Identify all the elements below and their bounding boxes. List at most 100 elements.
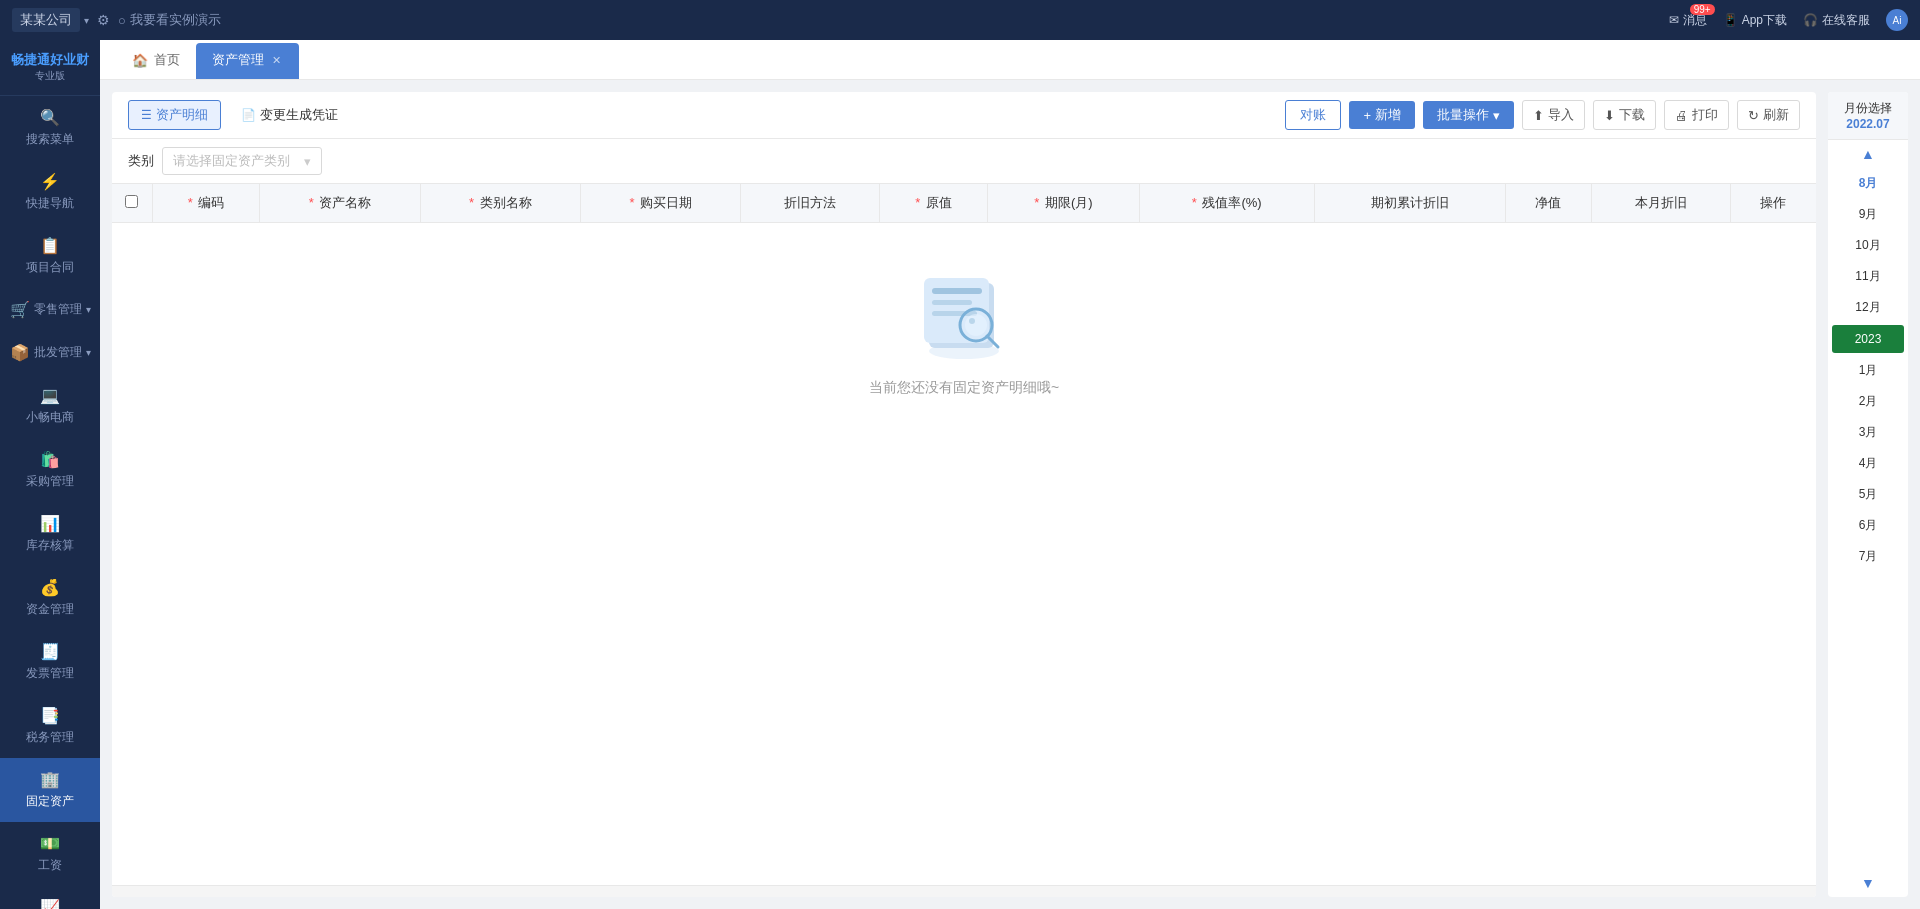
month-item-1[interactable]: 1月 [1828,355,1908,386]
month-nav-down[interactable]: ▼ [1828,869,1908,897]
batch-arrow-icon: ▾ [1493,108,1500,123]
table-header-accumulated-depreciation: 期初累计折旧 [1314,184,1505,223]
table-header-category: * 类别名称 [420,184,580,223]
sidebar-item-contract[interactable]: 📋 项目合同 [0,224,100,288]
select-all-checkbox[interactable] [125,195,138,208]
sidebar-label-ecommerce: 小畅电商 [26,409,74,426]
sidebar-label-invoice: 发票管理 [26,665,74,682]
sidebar-item-tax[interactable]: 📑 税务管理 [0,694,100,758]
month-list: 8月 9月 10月 11月 12月 2023 1月 2月 3月 4月 5月 6月… [1828,168,1908,869]
import-icon: ⬆ [1533,108,1544,123]
table-header-residual-rate: * 残值率(%) [1139,184,1314,223]
table-header-period: * 期限(月) [988,184,1140,223]
detail-tab-icon: ☰ [141,108,152,122]
home-icon: 🏠 [132,53,148,68]
month-panel-title: 月份选择 [1844,101,1892,115]
operations-icon: 📈 [40,898,60,909]
required-star-name: * [309,195,314,210]
top-bar-right: ✉ 消息 99+ 📱 App下载 🎧 在线客服 Ai [1669,9,1908,31]
sidebar-label-purchase: 采购管理 [26,473,74,490]
avatar-initials: Ai [1893,15,1902,26]
sidebar-label-wholesale: 批发管理 [34,344,82,361]
month-item-11[interactable]: 11月 [1828,261,1908,292]
month-item-12[interactable]: 12月 [1828,292,1908,323]
add-label: 新增 [1375,106,1401,124]
reconcile-button[interactable]: 对账 [1285,100,1341,130]
sidebar-item-invoice[interactable]: 🧾 发票管理 [0,630,100,694]
month-year-2023: 2023 [1832,325,1904,353]
refresh-label: 刷新 [1763,106,1789,124]
sub-tabs: ☰ 资产明细 📄 变更生成凭证 对账 + 新增 批 [112,92,1816,139]
bottom-scrollbar[interactable] [112,885,1816,897]
app-download-button[interactable]: 📱 App下载 [1723,12,1787,29]
online-service-button[interactable]: 🎧 在线客服 [1803,12,1870,29]
sidebar-item-retail[interactable]: 🛒 零售管理 ▾ [0,288,100,331]
sidebar-item-salary[interactable]: 💵 工资 [0,822,100,886]
sidebar-item-quicknav[interactable]: ⚡ 快捷导航 [0,160,100,224]
assets-icon: 🏢 [40,770,60,789]
import-button[interactable]: ⬆ 导入 [1522,100,1585,130]
sidebar-item-inventory[interactable]: 📊 库存核算 [0,502,100,566]
sidebar-label-search: 搜索菜单 [26,131,74,148]
month-item-2[interactable]: 2月 [1828,386,1908,417]
download-icon: ⬇ [1604,108,1615,123]
category-select[interactable]: 请选择固定资产类别 ▾ [162,147,322,175]
month-item-4[interactable]: 4月 [1828,448,1908,479]
required-star-code: * [188,195,193,210]
required-star-residual-rate: * [1192,195,1197,210]
sidebar-item-assets[interactable]: 🏢 固定资产 [0,758,100,822]
sidebar-item-operations[interactable]: 📈 经营管理 [0,886,100,909]
purchase-icon: 🛍️ [40,450,60,469]
download-button[interactable]: ⬇ 下载 [1593,100,1656,130]
required-star-period: * [1034,195,1039,210]
tax-icon: 📑 [40,706,60,725]
month-item-3[interactable]: 3月 [1828,417,1908,448]
download-label: 下载 [1619,106,1645,124]
sidebar-label-salary: 工资 [38,857,62,874]
month-panel-header: 月份选择 2022.07 [1828,92,1908,140]
table-header-code: * 编码 [152,184,260,223]
sub-tab-detail[interactable]: ☰ 资产明细 [128,100,221,130]
month-nav-up[interactable]: ▲ [1828,140,1908,168]
month-item-8[interactable]: 8月 [1828,168,1908,199]
batch-button[interactable]: 批量操作 ▾ [1423,101,1514,129]
sidebar-item-finance[interactable]: 💰 资金管理 [0,566,100,630]
month-item-10[interactable]: 10月 [1828,230,1908,261]
voucher-tab-label: 变更生成凭证 [260,106,338,124]
sidebar-item-ecommerce[interactable]: 💻 小畅电商 [0,374,100,438]
month-item-7[interactable]: 7月 [1828,541,1908,572]
svg-rect-4 [932,300,972,305]
sub-tab-voucher[interactable]: 📄 变更生成凭证 [229,101,350,129]
message-badge: 99+ [1690,4,1715,15]
month-item-6[interactable]: 6月 [1828,510,1908,541]
empty-text: 当前您还没有固定资产明细哦~ [869,379,1059,397]
user-avatar[interactable]: Ai [1886,9,1908,31]
month-item-9[interactable]: 9月 [1828,199,1908,230]
table-header-depreciation-method: 折旧方法 [741,184,880,223]
tab-close-icon[interactable]: ✕ [270,54,283,67]
top-bar: 某某公司 ▾ ⚙ ○ 我要看实例演示 ✉ 消息 99+ 📱 App下载 🎧 在线… [0,0,1920,40]
table-header-name: * 资产名称 [260,184,420,223]
add-button[interactable]: + 新增 [1349,101,1415,129]
wholesale-arrow-icon: ▾ [86,347,91,358]
company-selector[interactable]: 某某公司 ▾ [12,8,89,32]
sidebar-item-search[interactable]: 🔍 搜索菜单 [0,96,100,160]
print-button[interactable]: 🖨 打印 [1664,100,1729,130]
demo-link[interactable]: ○ 我要看实例演示 [118,11,221,29]
empty-state: 当前您还没有固定资产明细哦~ [112,223,1816,437]
contract-icon: 📋 [40,236,60,255]
add-icon: + [1363,108,1371,123]
demo-icon: ○ [118,13,126,28]
refresh-button[interactable]: ↻ 刷新 [1737,100,1800,130]
month-item-5[interactable]: 5月 [1828,479,1908,510]
company-name[interactable]: 某某公司 [12,8,80,32]
sidebar-item-wholesale[interactable]: 📦 批发管理 ▾ [0,331,100,374]
settings-icon[interactable]: ⚙ [97,12,110,28]
tab-assets[interactable]: 资产管理 ✕ [196,43,299,79]
sidebar-item-purchase[interactable]: 🛍️ 采购管理 [0,438,100,502]
message-button[interactable]: ✉ 消息 99+ [1669,12,1707,29]
tab-home-label: 首页 [154,51,180,69]
tab-home[interactable]: 🏠 首页 [116,43,196,79]
svg-point-9 [969,318,975,324]
svg-point-7 [965,314,987,336]
